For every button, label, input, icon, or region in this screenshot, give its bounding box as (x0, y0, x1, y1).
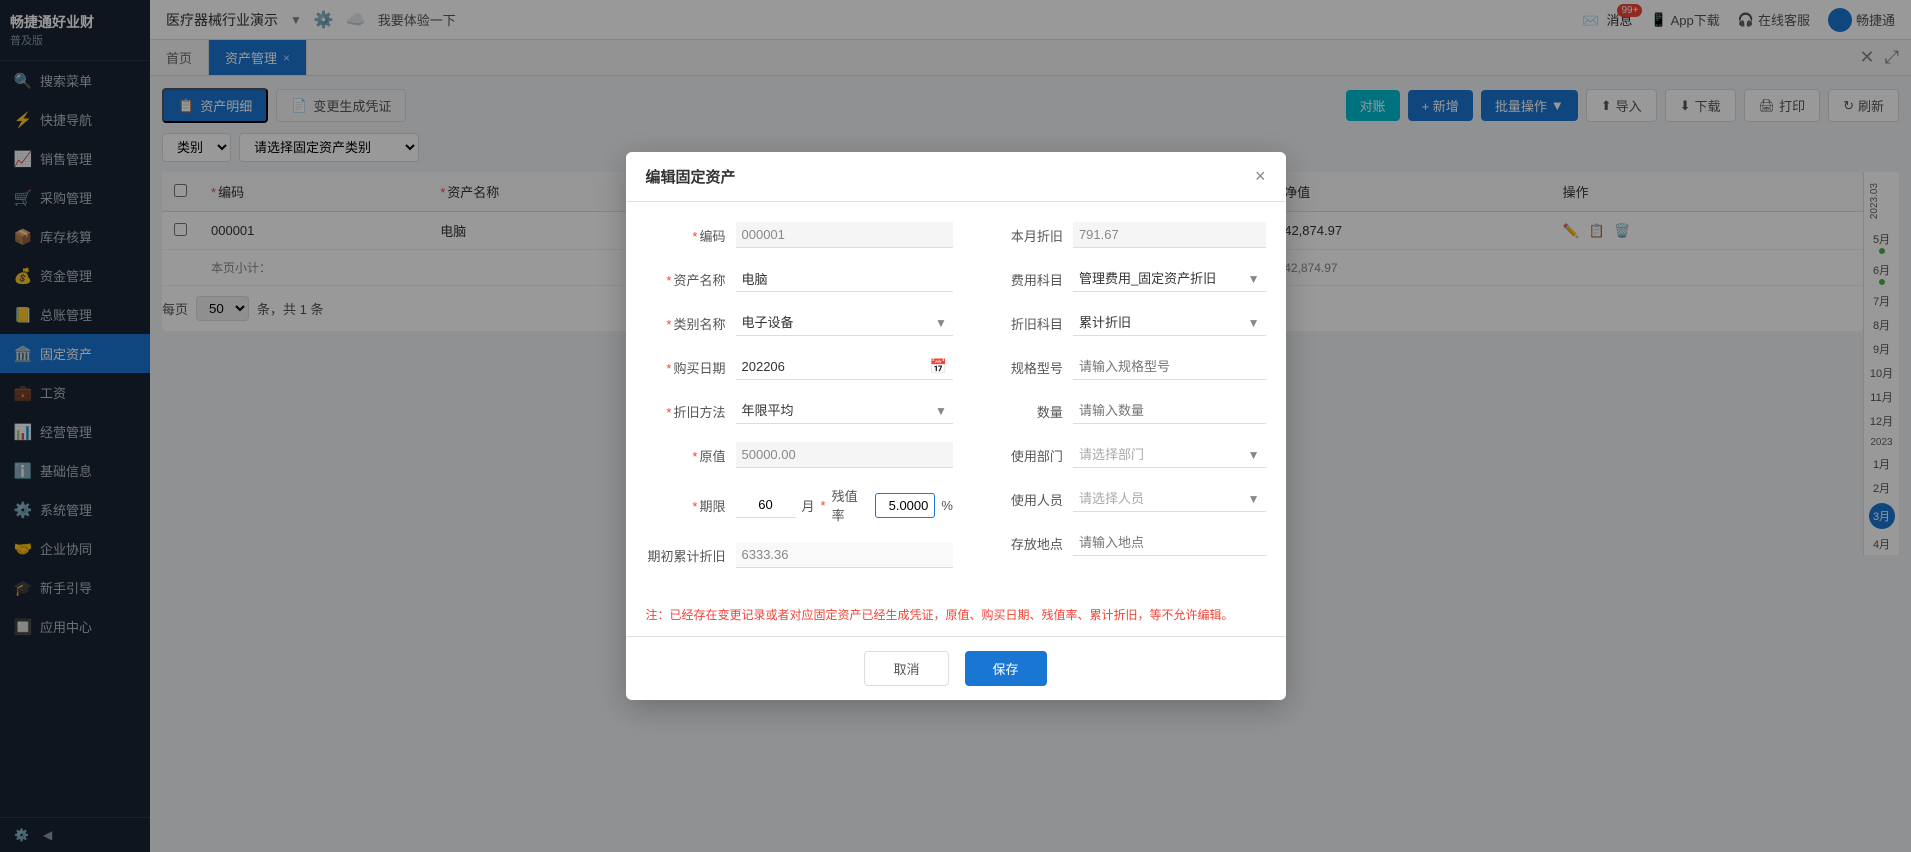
form-row-spec-model: 规格型号 (983, 354, 1266, 380)
spec-model-input[interactable] (1073, 354, 1266, 380)
cancel-button[interactable]: 取消 (864, 651, 948, 686)
depr-subject-select[interactable]: 累计折旧 (1073, 310, 1266, 335)
monthly-depr-input (1073, 222, 1266, 248)
modal-body: *编码 *资产名称 *类别名称 (626, 202, 1286, 606)
modal-note: 注：已经存在变更记录或者对应固定资产已经生成凭证，原值、购买日期、残值率、累计折… (626, 606, 1286, 635)
residual-rate-label: 残值率 (832, 486, 870, 524)
modal-footer: 取消 保存 (626, 636, 1286, 700)
category-label: *类别名称 (646, 314, 736, 333)
modal-header: 编辑固定资产 × (626, 152, 1286, 202)
form-row-person: 使用人员 请选择人员 ▼ (983, 486, 1266, 512)
form-row-depr-method: *折旧方法 年限平均 ▼ (646, 398, 953, 424)
period-unit: 月 (802, 496, 815, 515)
period-row-inline: 月 * 残值率 % (736, 486, 953, 524)
form-row-original-value: *原值 (646, 442, 953, 468)
edit-asset-modal: 编辑固定资产 × *编码 *资产名称 (626, 152, 1286, 699)
expense-subject-wrap: 管理费用_固定资产折旧 ▼ (1073, 266, 1266, 292)
depr-subject-wrap: 累计折旧 ▼ (1073, 310, 1266, 336)
purchase-date-wrap: 📅 (736, 354, 953, 380)
modal-title: 编辑固定资产 (646, 166, 736, 187)
expense-subject-select[interactable]: 管理费用_固定资产折旧 (1073, 266, 1266, 291)
dept-select-wrap: 请选择部门 ▼ (1073, 442, 1266, 468)
form-row-initial-cumulative-depr: 期初累计折旧 (646, 542, 953, 568)
form-grid: *编码 *资产名称 *类别名称 (646, 222, 1266, 586)
dept-label: 使用部门 (983, 446, 1073, 465)
form-row-location: 存放地点 (983, 530, 1266, 556)
quantity-input[interactable] (1073, 398, 1266, 424)
form-row-period: *期限 月 * 残值率 % (646, 486, 953, 524)
initial-cumulative-depr-input[interactable] (736, 542, 953, 568)
original-value-label: *原值 (646, 446, 736, 465)
form-row-quantity: 数量 (983, 398, 1266, 424)
quantity-label: 数量 (983, 402, 1073, 421)
form-row-expense-subject: 费用科目 管理费用_固定资产折旧 ▼ (983, 266, 1266, 292)
period-label: *期限 (646, 496, 736, 515)
form-row-depr-subject: 折旧科目 累计折旧 ▼ (983, 310, 1266, 336)
person-label: 使用人员 (983, 490, 1073, 509)
residual-rate-input[interactable] (875, 493, 935, 518)
location-label: 存放地点 (983, 534, 1073, 553)
purchase-date-input[interactable] (736, 354, 924, 379)
depr-method-label: *折旧方法 (646, 402, 736, 421)
spec-model-label: 规格型号 (983, 358, 1073, 377)
save-button[interactable]: 保存 (965, 651, 1047, 686)
form-row-code: *编码 (646, 222, 953, 248)
form-right-col: 本月折旧 费用科目 管理费用_固定资产折旧 ▼ (983, 222, 1266, 586)
form-row-dept: 使用部门 请选择部门 ▼ (983, 442, 1266, 468)
purchase-date-label: *购买日期 (646, 358, 736, 377)
name-label: *资产名称 (646, 270, 736, 289)
original-value-input[interactable] (736, 442, 953, 468)
form-left-col: *编码 *资产名称 *类别名称 (646, 222, 953, 586)
location-input[interactable] (1073, 530, 1266, 556)
modal-overlay: 编辑固定资产 × *编码 *资产名称 (0, 0, 1911, 852)
period-input[interactable] (736, 492, 796, 518)
form-row-category: *类别名称 电子设备 ▼ (646, 310, 953, 336)
depr-method-select[interactable]: 年限平均 (736, 398, 953, 423)
depr-method-select-wrap: 年限平均 ▼ (736, 398, 953, 424)
form-row-purchase-date: *购买日期 📅 (646, 354, 953, 380)
monthly-depr-label: 本月折旧 (983, 226, 1073, 245)
category-select[interactable]: 电子设备 (736, 310, 953, 335)
residual-rate-unit: % (941, 498, 953, 513)
initial-cumulative-depr-label: 期初累计折旧 (646, 546, 736, 565)
category-select-wrap: 电子设备 ▼ (736, 310, 953, 336)
dept-select[interactable]: 请选择部门 (1073, 442, 1266, 467)
code-label: *编码 (646, 226, 736, 245)
calendar-icon[interactable]: 📅 (924, 358, 953, 375)
expense-subject-label: 费用科目 (983, 270, 1073, 289)
modal-close-button[interactable]: × (1255, 166, 1266, 187)
code-input[interactable] (736, 222, 953, 248)
form-row-monthly-depr: 本月折旧 (983, 222, 1266, 248)
form-row-name: *资产名称 (646, 266, 953, 292)
residual-rate-req-star: * (821, 498, 826, 513)
depr-subject-label: 折旧科目 (983, 314, 1073, 333)
person-select-wrap: 请选择人员 ▼ (1073, 486, 1266, 512)
person-select[interactable]: 请选择人员 (1073, 486, 1266, 511)
name-input[interactable] (736, 266, 953, 292)
